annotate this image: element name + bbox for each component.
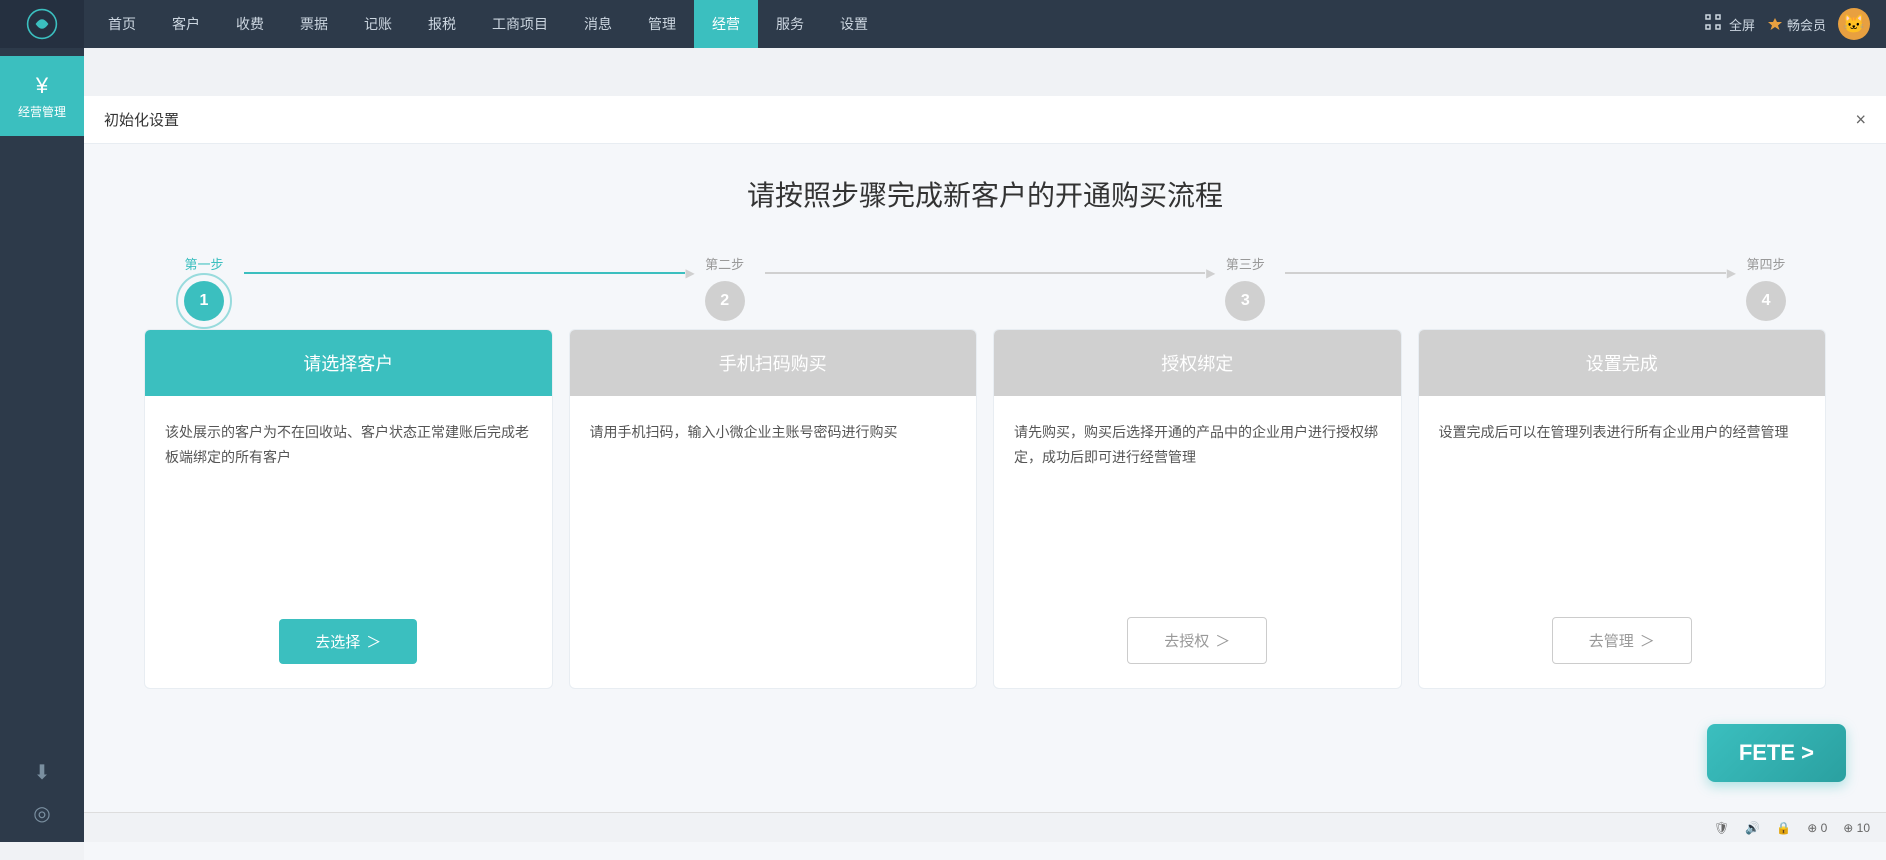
step-card-3: 授权绑定 请先购买，购买后选择开通的产品中的企业用户进行授权绑定，成功后即可进行… xyxy=(993,329,1402,689)
go-select-arrow: ＞ xyxy=(366,631,381,652)
step-2-circle: 2 xyxy=(705,281,745,321)
vip-label: 畅会员 xyxy=(1787,15,1826,34)
fullscreen-label: 全屏 xyxy=(1729,18,1755,33)
go-select-button[interactable]: 去选择 ＞ xyxy=(279,619,417,664)
nav-invoice[interactable]: 票据 xyxy=(282,0,346,48)
step-node-2: 第二步 2 xyxy=(685,254,765,321)
nav-service[interactable]: 服务 xyxy=(758,0,822,48)
nav-home[interactable]: 首页 xyxy=(90,0,154,48)
go-select-label: 去选择 xyxy=(315,631,360,652)
sidebar: ¥ 经营管理 ⬇ ◎ xyxy=(0,0,84,842)
step-3-label: 第三步 xyxy=(1226,254,1265,273)
statusbar: ▶ 完成 🛡 🔊 🔒 ⊕ 0 ⊕ 10 xyxy=(0,812,1886,842)
nav-bookkeeping[interactable]: 记账 xyxy=(346,0,410,48)
step-card-2: 手机扫码购买 请用手机扫码，输入小微企业主账号密码进行购买 xyxy=(569,329,978,689)
fullscreen-button[interactable]: 全屏 xyxy=(1705,14,1755,34)
step-card-4-body: 设置完成后可以在管理列表进行所有企业用户的经营管理 xyxy=(1419,396,1826,601)
go-manage-arrow: ＞ xyxy=(1640,630,1655,651)
download-icon[interactable]: ⬇ xyxy=(34,760,51,785)
step-4-circle: 4 xyxy=(1746,281,1786,321)
step-card-1-footer: 去选择 ＞ xyxy=(145,603,552,688)
step-card-3-body: 请先购买，购买后选择开通的产品中的企业用户进行授权绑定，成功后即可进行经营管理 xyxy=(994,396,1401,601)
step-card-3-footer: 去授权 ＞ xyxy=(994,601,1401,688)
lock-icon: 🔒 xyxy=(1776,821,1791,835)
step-card-1-header: 请选择客户 xyxy=(145,330,552,396)
step-card-2-body: 请用手机扫码，输入小微企业主账号密码进行购买 xyxy=(570,396,977,648)
fete-button[interactable]: FETE > xyxy=(1707,724,1846,782)
counter-10: ⊕ 10 xyxy=(1843,821,1870,835)
step-node-4: 第四步 4 xyxy=(1726,254,1806,321)
nav-settings[interactable]: 设置 xyxy=(822,0,886,48)
yuan-icon: ¥ xyxy=(36,73,48,99)
step-node-3: 第三步 3 xyxy=(1205,254,1285,321)
nav-tax[interactable]: 报税 xyxy=(410,0,474,48)
main-content: 初始化设置 × 请按照步骤完成新客户的开通购买流程 第一步 1 第二步 2 第三… xyxy=(84,96,1886,860)
step-card-2-footer xyxy=(570,648,977,688)
step-3-circle: 3 xyxy=(1225,281,1265,321)
step-card-1-body: 该处展示的客户为不在回收站、客户状态正常建账后完成老板端绑定的所有客户 xyxy=(145,396,552,603)
step-1-label: 第一步 xyxy=(184,254,223,273)
close-button[interactable]: × xyxy=(1855,109,1866,130)
go-authorize-label: 去授权 xyxy=(1164,630,1209,651)
nav-right: 全屏 畅会员 🐱 xyxy=(1705,8,1886,40)
go-manage-label: 去管理 xyxy=(1589,630,1634,651)
step-card-4: 设置完成 设置完成后可以在管理列表进行所有企业用户的经营管理 去管理 ＞ xyxy=(1418,329,1827,689)
counter-0: ⊕ 0 xyxy=(1807,821,1827,835)
vip-button[interactable]: 畅会员 xyxy=(1767,15,1826,34)
steps-row: 第一步 1 第二步 2 第三步 3 第四步 4 xyxy=(124,254,1846,321)
cards-row: 请选择客户 该处展示的客户为不在回收站、客户状态正常建账后完成老板端绑定的所有客… xyxy=(124,329,1846,689)
support-icon[interactable]: ◎ xyxy=(33,801,50,826)
page-title: 初始化设置 xyxy=(104,109,179,130)
logo-icon xyxy=(26,8,58,40)
main-title: 请按照步骤完成新客户的开通购买流程 xyxy=(124,174,1846,214)
step-2-label: 第二步 xyxy=(705,254,744,273)
nav-business[interactable]: 工商项目 xyxy=(474,0,566,48)
go-authorize-arrow: ＞ xyxy=(1215,630,1230,651)
nav-manage[interactable]: 管理 xyxy=(630,0,694,48)
sidebar-item-label: 经营管理 xyxy=(18,103,66,120)
avatar[interactable]: 🐱 xyxy=(1838,8,1870,40)
go-authorize-button[interactable]: 去授权 ＞ xyxy=(1127,617,1267,664)
nav-client[interactable]: 客户 xyxy=(154,0,218,48)
step-card-4-header: 设置完成 xyxy=(1419,330,1826,396)
shield-icon: 🛡 xyxy=(1714,821,1729,835)
statusbar-right: 🛡 🔊 🔒 ⊕ 0 ⊕ 10 xyxy=(1714,821,1870,835)
step-node-1: 第一步 1 xyxy=(164,254,244,321)
step-1-circle: 1 xyxy=(184,281,224,321)
nav-charge[interactable]: 收费 xyxy=(218,0,282,48)
content-area: 请按照步骤完成新客户的开通购买流程 第一步 1 第二步 2 第三步 3 xyxy=(84,144,1886,860)
connector-3-4 xyxy=(1285,272,1726,274)
nav-operation[interactable]: 经营 xyxy=(694,0,758,48)
page-header: 初始化设置 × xyxy=(84,96,1886,144)
step-card-2-header: 手机扫码购买 xyxy=(570,330,977,396)
connector-2-3 xyxy=(765,272,1206,274)
go-manage-button[interactable]: 去管理 ＞ xyxy=(1552,617,1692,664)
volume-icon: 🔊 xyxy=(1745,821,1760,835)
connector-1-2 xyxy=(244,272,685,274)
sidebar-bottom: ⬇ ◎ xyxy=(33,760,50,842)
step-card-3-header: 授权绑定 xyxy=(994,330,1401,396)
step-card-4-footer: 去管理 ＞ xyxy=(1419,601,1826,688)
step-card-1: 请选择客户 该处展示的客户为不在回收站、客户状态正常建账后完成老板端绑定的所有客… xyxy=(144,329,553,689)
sidebar-logo xyxy=(0,0,84,48)
top-nav: 首页 客户 收费 票据 记账 报税 工商项目 消息 管理 经营 服务 设置 全屏… xyxy=(0,0,1886,48)
step-4-label: 第四步 xyxy=(1747,254,1786,273)
sidebar-item-management[interactable]: ¥ 经营管理 xyxy=(0,56,84,136)
nav-message[interactable]: 消息 xyxy=(566,0,630,48)
